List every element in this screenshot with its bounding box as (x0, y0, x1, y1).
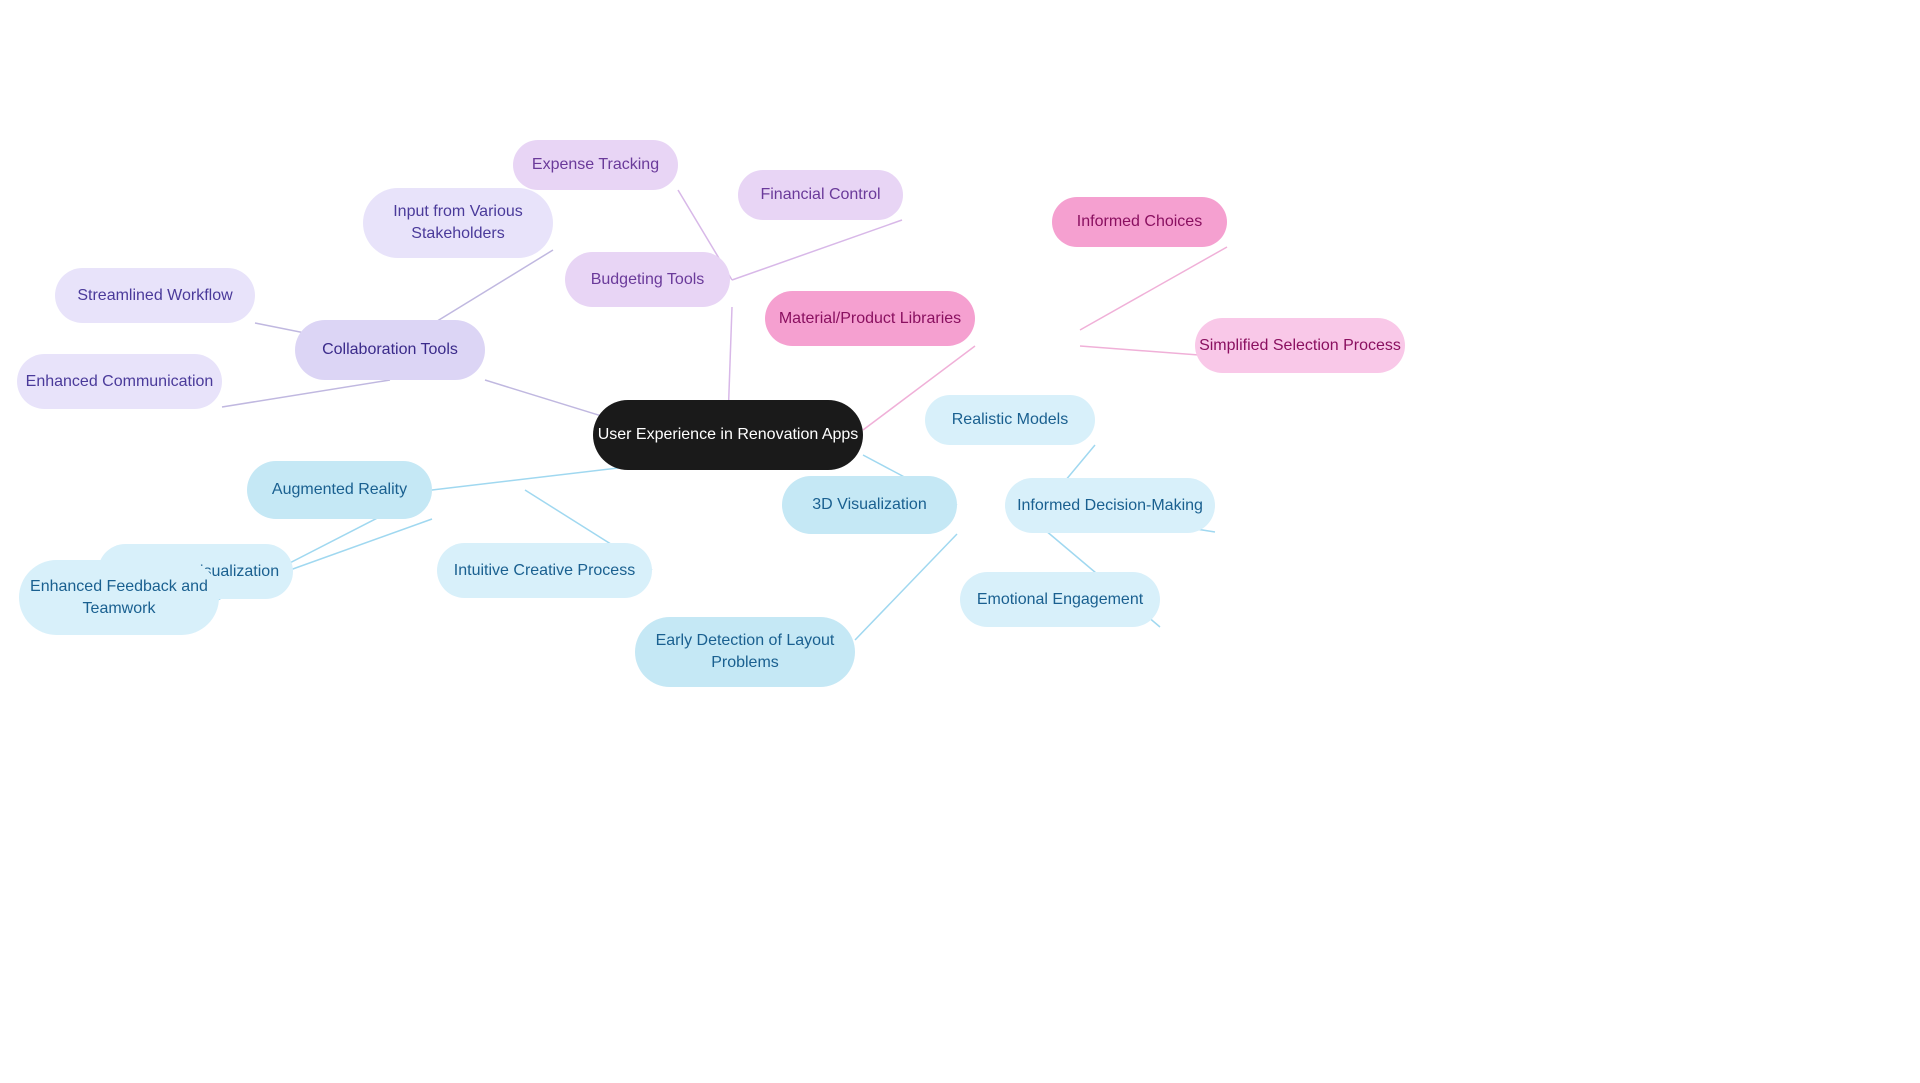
augmented-reality-label: Augmented Reality (268, 479, 411, 501)
streamlined-node[interactable]: Streamlined Workflow (55, 268, 255, 323)
early-detection-node[interactable]: Early Detection of Layout Problems (635, 617, 855, 687)
intuitive-creative-node[interactable]: Intuitive Creative Process (437, 543, 652, 598)
informed-decision-label: Informed Decision-Making (1013, 495, 1207, 517)
collaboration-node[interactable]: Collaboration Tools (295, 320, 485, 380)
streamlined-label: Streamlined Workflow (73, 285, 236, 307)
simplified-selection-label: Simplified Selection Process (1195, 335, 1405, 357)
viz3d-node[interactable]: 3D Visualization (782, 476, 957, 534)
expense-tracking-node[interactable]: Expense Tracking (513, 140, 678, 190)
financial-control-label: Financial Control (756, 184, 884, 206)
informed-choices-node[interactable]: Informed Choices (1052, 197, 1227, 247)
central-label: User Experience in Renovation Apps (594, 424, 863, 446)
enhanced-feedback-node[interactable]: Enhanced Feedback and Teamwork (19, 560, 219, 635)
informed-choices-label: Informed Choices (1073, 211, 1206, 233)
early-detection-label: Early Detection of Layout Problems (635, 630, 855, 673)
material-libraries-label: Material/Product Libraries (775, 308, 965, 330)
expense-tracking-label: Expense Tracking (528, 154, 663, 176)
emotional-engagement-node[interactable]: Emotional Engagement (960, 572, 1160, 627)
input-stakeholders-label: Input from Various Stakeholders (363, 201, 553, 244)
input-stakeholders-node[interactable]: Input from Various Stakeholders (363, 188, 553, 258)
informed-decision-node[interactable]: Informed Decision-Making (1005, 478, 1215, 533)
enhanced-feedback-label: Enhanced Feedback and Teamwork (19, 576, 219, 619)
augmented-reality-node[interactable]: Augmented Reality (247, 461, 432, 519)
central-node[interactable]: User Experience in Renovation Apps (593, 400, 863, 470)
emotional-engagement-label: Emotional Engagement (973, 589, 1147, 611)
realistic-models-label: Realistic Models (948, 409, 1072, 431)
collaboration-label: Collaboration Tools (318, 339, 462, 361)
budgeting-label: Budgeting Tools (587, 269, 709, 291)
intuitive-creative-label: Intuitive Creative Process (450, 560, 639, 582)
viz3d-label: 3D Visualization (808, 494, 930, 516)
connections-svg (0, 0, 1920, 1083)
simplified-selection-node[interactable]: Simplified Selection Process (1195, 318, 1405, 373)
financial-control-node[interactable]: Financial Control (738, 170, 903, 220)
budgeting-node[interactable]: Budgeting Tools (565, 252, 730, 307)
realistic-models-node[interactable]: Realistic Models (925, 395, 1095, 445)
enhanced-comm-node[interactable]: Enhanced Communication (17, 354, 222, 409)
material-libraries-node[interactable]: Material/Product Libraries (765, 291, 975, 346)
enhanced-comm-label: Enhanced Communication (22, 371, 218, 393)
